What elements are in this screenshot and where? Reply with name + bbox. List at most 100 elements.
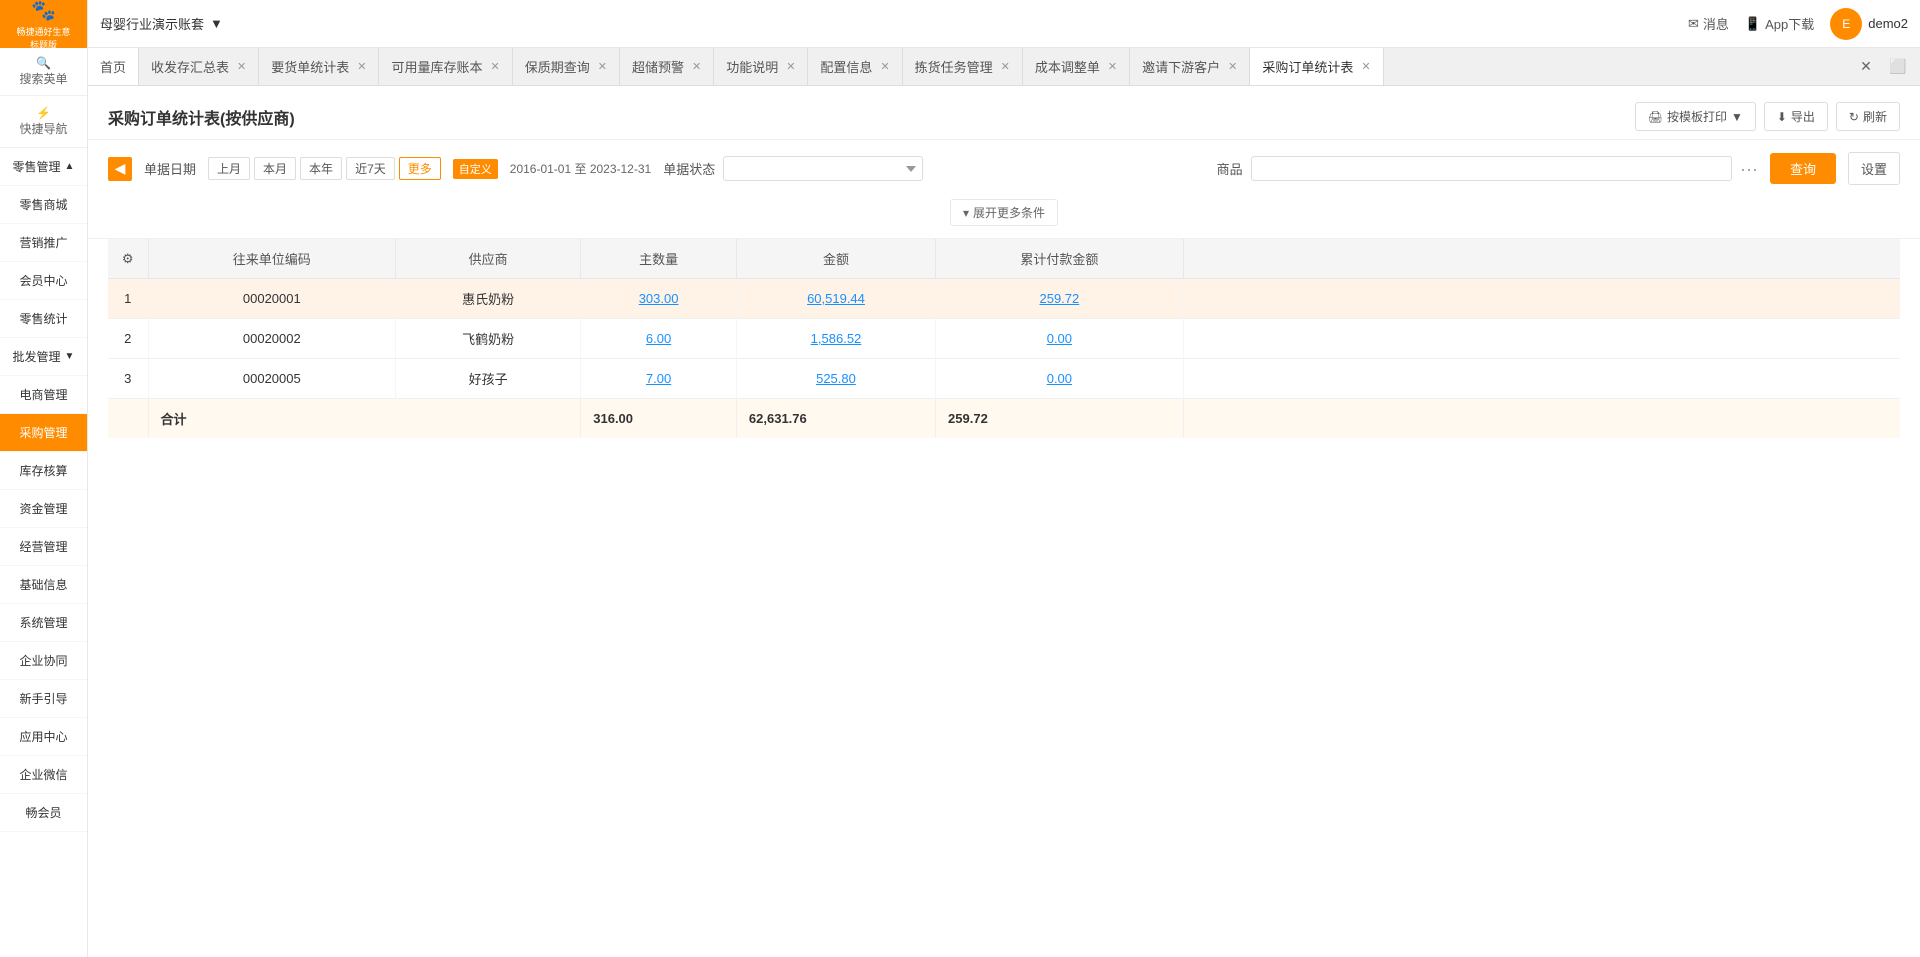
footer-paid-amount: 259.72: [936, 399, 1184, 439]
col-settings[interactable]: ⚙: [108, 239, 148, 279]
phone-icon: 📱: [1745, 16, 1761, 32]
tab-oversupply[interactable]: 超储预警 ✕: [620, 48, 714, 86]
shortcut-7-days[interactable]: 近7天: [346, 157, 395, 180]
sidebar-item-basic-info[interactable]: 基础信息: [0, 566, 87, 604]
sidebar-item-fund-mgmt[interactable]: 资金管理: [0, 490, 87, 528]
sidebar-item-stock-check[interactable]: 库存核算: [0, 452, 87, 490]
tab-invite-downstream[interactable]: 邀请下游客户 ✕: [1130, 48, 1250, 86]
tab-close-invite-downstream[interactable]: ✕: [1228, 60, 1237, 73]
sidebar-item-retail-store[interactable]: 零售商城: [0, 186, 87, 224]
filter-toggle-button[interactable]: ◀: [108, 157, 132, 181]
quantity-link[interactable]: 303.00: [639, 291, 679, 306]
tab-purchase-stat[interactable]: 要货单统计表 ✕: [259, 48, 379, 86]
more-filters-icon[interactable]: ···: [1740, 160, 1758, 178]
sidebar-item-sys-mgmt[interactable]: 系统管理: [0, 604, 87, 642]
tab-receive[interactable]: 收发存汇总表 ✕: [139, 48, 259, 86]
col-paid-amount: 累计付款金额: [936, 239, 1184, 279]
sidebar-item-ecommerce-mgmt[interactable]: 电商管理: [0, 376, 87, 414]
status-group: 单据状态: [663, 156, 1204, 181]
print-button[interactable]: 🖨 按模板打印 ▼: [1635, 102, 1756, 131]
table-body: 1 00020001 惠氏奶粉 303.00 60,519.44 259.72 …: [108, 279, 1900, 399]
settings-button[interactable]: 设置: [1848, 152, 1900, 185]
export-button[interactable]: ⬇ 导出: [1764, 102, 1828, 131]
tab-home[interactable]: 首页: [88, 48, 139, 86]
shortcut-more[interactable]: 更多: [399, 157, 441, 180]
tab-close-oversupply[interactable]: ✕: [692, 60, 701, 73]
print-dropdown-icon: ▼: [1731, 110, 1743, 124]
tab-config-info[interactable]: 配置信息 ✕: [808, 48, 902, 86]
footer-extra: [1183, 399, 1900, 439]
quantity-link[interactable]: 6.00: [646, 331, 671, 346]
page-actions: 🖨 按模板打印 ▼ ⬇ 导出 ↻ 刷新: [1635, 102, 1900, 131]
logo-icon: 🐾: [31, 0, 56, 23]
date-label: 单据日期: [144, 159, 196, 178]
tab-close-config-info[interactable]: ✕: [880, 60, 889, 73]
app-download-button[interactable]: 📱 App下载: [1745, 14, 1814, 33]
col-quantity: 主数量: [581, 239, 737, 279]
sidebar-item-purchase-mgmt[interactable]: 采购管理: [0, 414, 87, 452]
tab-close-purchase-order-stat[interactable]: ✕: [1361, 60, 1370, 73]
sidebar-item-quick-nav[interactable]: ⚡ 快捷导航: [0, 96, 87, 148]
sidebar-item-retail-mgmt[interactable]: 零售管理 ▲: [0, 148, 87, 186]
row-quantity: 6.00: [581, 319, 737, 359]
row-extra: [1183, 359, 1900, 399]
quantity-link[interactable]: 7.00: [646, 371, 671, 386]
expand-more-button[interactable]: ▾ 展开更多条件: [950, 199, 1058, 226]
row-paid-amount: 0.00: [936, 319, 1184, 359]
sidebar-item-retail-stat[interactable]: 零售统计: [0, 300, 87, 338]
goods-input[interactable]: [1251, 156, 1732, 181]
tab-close-expiry-query[interactable]: ✕: [598, 60, 607, 73]
amount-link[interactable]: 1,586.52: [811, 331, 862, 346]
tab-usable-stock[interactable]: 可用量库存账本 ✕: [379, 48, 512, 86]
user-info[interactable]: E demo2: [1830, 8, 1908, 40]
sidebar-item-marketing[interactable]: 营销推广: [0, 224, 87, 262]
paid-amount-link[interactable]: 0.00: [1047, 331, 1072, 346]
sidebar-item-vip-member[interactable]: 畅会员: [0, 794, 87, 832]
row-partner-code: 00020002: [148, 319, 396, 359]
row-extra: [1183, 279, 1900, 319]
sidebar-item-search[interactable]: 🔍 搜索英单: [0, 48, 87, 96]
tab-purchase-order-stat[interactable]: 采购订单统计表 ✕: [1250, 48, 1383, 86]
shortcut-this-month[interactable]: 本月: [254, 157, 296, 180]
refresh-icon: ↻: [1849, 110, 1859, 124]
amount-link[interactable]: 60,519.44: [807, 291, 865, 306]
settings-icon[interactable]: ⚙: [122, 251, 134, 266]
query-button[interactable]: 查询: [1770, 153, 1836, 184]
sidebar-item-ops-mgmt[interactable]: 经营管理: [0, 528, 87, 566]
message-button[interactable]: ✉ 消息: [1688, 14, 1729, 33]
footer-row: 合计 316.00 62,631.76 259.72: [108, 399, 1900, 439]
paid-amount-link[interactable]: 259.72: [1039, 291, 1079, 306]
tab-pick-task[interactable]: 拣货任务管理 ✕: [903, 48, 1023, 86]
tab-close-cost-adjust[interactable]: ✕: [1108, 60, 1117, 73]
tab-close-purchase-stat[interactable]: ✕: [357, 60, 366, 73]
row-amount: 1,586.52: [736, 319, 935, 359]
sidebar-item-wholesale-mgmt[interactable]: 批发管理 ▼: [0, 338, 87, 376]
tab-function-desc[interactable]: 功能说明 ✕: [714, 48, 808, 86]
sidebar-item-member-center[interactable]: 会员中心: [0, 262, 87, 300]
tab-expiry-query[interactable]: 保质期查询 ✕: [513, 48, 620, 86]
tab-close-function-desc[interactable]: ✕: [786, 60, 795, 73]
user-name: demo2: [1868, 16, 1908, 31]
workspace-selector[interactable]: 母婴行业演示账套 ▼: [100, 14, 223, 33]
refresh-button[interactable]: ↻ 刷新: [1836, 102, 1900, 131]
tab-cost-adjust[interactable]: 成本调整单 ✕: [1023, 48, 1130, 86]
sidebar-item-enterprise-collab[interactable]: 企业协同: [0, 642, 87, 680]
col-supplier: 供应商: [396, 239, 581, 279]
tab-close-receive[interactable]: ✕: [237, 60, 246, 73]
top-bar: 母婴行业演示账套 ▼ ✉ 消息 📱 App下载 E demo2: [88, 0, 1920, 48]
shortcut-this-year[interactable]: 本年: [300, 157, 342, 180]
expand-row: ▾ 展开更多条件: [108, 193, 1900, 226]
sidebar-item-new-guide[interactable]: 新手引导: [0, 680, 87, 718]
sidebar-item-app-center[interactable]: 应用中心: [0, 718, 87, 756]
paid-amount-link[interactable]: 0.00: [1047, 371, 1072, 386]
tab-maximize-button[interactable]: ⬜: [1884, 53, 1912, 81]
tab-close-all-button[interactable]: ✕: [1852, 53, 1880, 81]
tab-close-usable-stock[interactable]: ✕: [491, 60, 500, 73]
sidebar-item-enterprise-wechat[interactable]: 企业微信: [0, 756, 87, 794]
status-select[interactable]: [723, 156, 923, 181]
shortcut-last-month[interactable]: 上月: [208, 157, 250, 180]
tab-close-pick-task[interactable]: ✕: [1001, 60, 1010, 73]
amount-link[interactable]: 525.80: [816, 371, 856, 386]
row-supplier: 飞鹤奶粉: [396, 319, 581, 359]
row-no: 1: [108, 279, 148, 319]
